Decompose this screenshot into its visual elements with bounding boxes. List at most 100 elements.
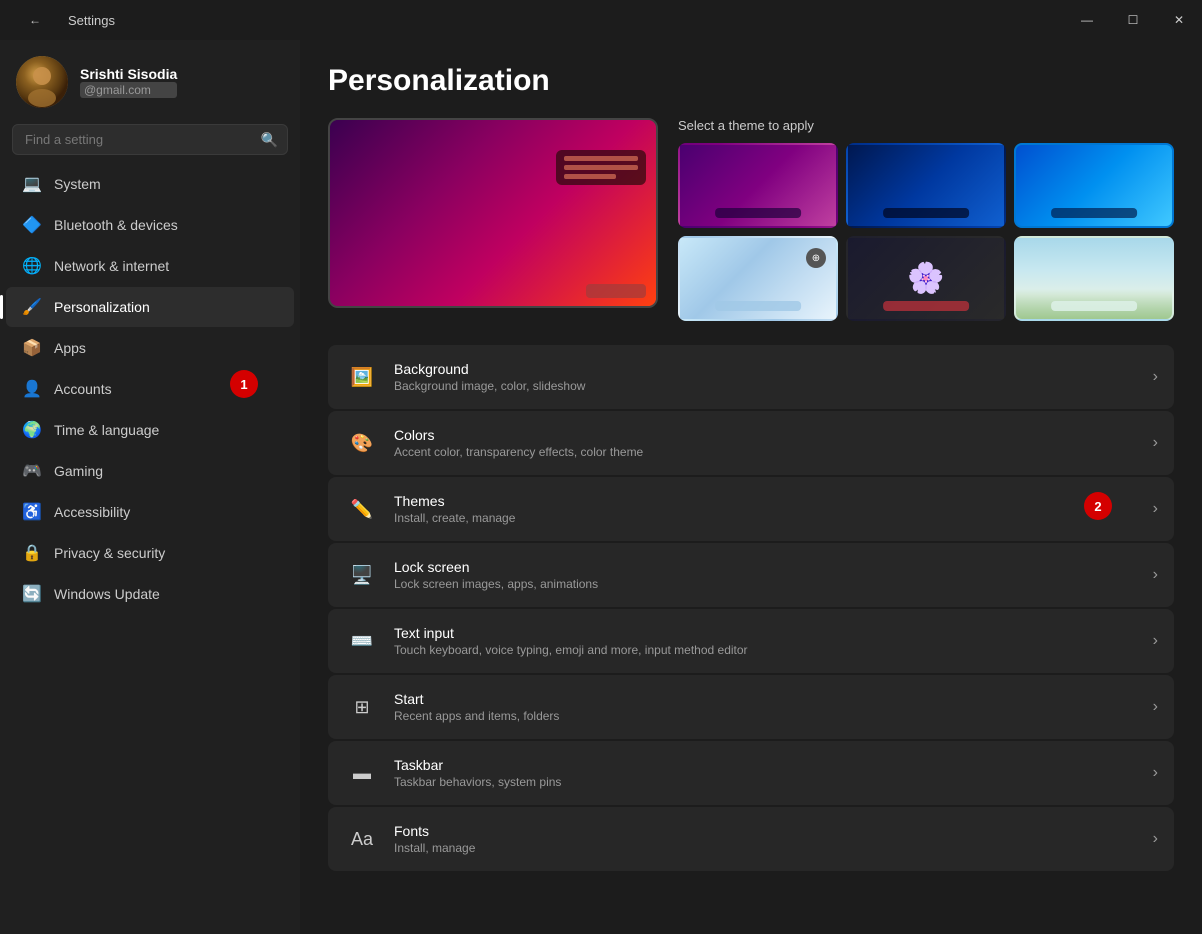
settings-icon-lock-screen: 🖥️ [344, 557, 380, 593]
settings-text-lock-screen: Lock screenLock screen images, apps, ani… [394, 559, 1153, 591]
sidebar-item-personalization[interactable]: 🖌️ Personalization [6, 287, 294, 327]
sidebar-item-system[interactable]: 💻 System [6, 164, 294, 204]
settings-row-text-input[interactable]: ⌨️ Text input Touch keyboard, voice typing… [328, 609, 1174, 673]
settings-text-start: Start Recent apps and items, folders [394, 691, 1153, 723]
settings-title-taskbar: Taskbar [394, 757, 1153, 773]
nav-icon-personalization: 🖌️ [22, 297, 42, 317]
preview-line-1 [564, 156, 638, 161]
current-theme-preview [328, 118, 658, 308]
user-info: Srishti Sisodia @gmail.com [80, 66, 177, 98]
settings-desc-themes: Install, create, manage [394, 511, 1153, 525]
back-button[interactable]: ← [12, 0, 58, 40]
settings-row-start[interactable]: ⊞ Start Recent apps and items, folders› [328, 675, 1174, 739]
settings-icon-themes: ✏️ [344, 491, 380, 527]
sidebar-item-accounts[interactable]: 👤 Accounts [6, 369, 294, 409]
preview-line-2 [564, 165, 638, 170]
close-button[interactable]: ✕ [1156, 0, 1202, 40]
sidebar-item-gaming[interactable]: 🎮 Gaming [6, 451, 294, 491]
theme-item-6[interactable] [1014, 236, 1174, 321]
settings-desc-taskbar: Taskbar behaviors, system pins [394, 775, 1153, 789]
settings-row-background[interactable]: 🖼️ Background Background image, color, sli… [328, 345, 1174, 409]
nav-label-privacy: Privacy & security [54, 545, 165, 561]
nav-icon-apps: 📦 [22, 338, 42, 358]
preview-taskbar [556, 150, 646, 185]
nav-label-network: Network & internet [54, 258, 169, 274]
sidebar-item-apps[interactable]: 📦 Apps [6, 328, 294, 368]
sidebar-item-accessibility[interactable]: ♿ Accessibility [6, 492, 294, 532]
titlebar: ← Settings — ☐ ✕ [0, 0, 1202, 40]
settings-text-fonts: FontsInstall, manage [394, 823, 1153, 855]
nav-label-apps: Apps [54, 340, 86, 356]
sidebar-item-time[interactable]: 🌍 Time & language [6, 410, 294, 450]
settings-title-start: Start [394, 691, 1153, 707]
sidebar-item-privacy[interactable]: 🔒Privacy & security [6, 533, 294, 573]
nav-icon-time: 🌍 [22, 420, 42, 440]
nav-label-accounts: Accounts [54, 381, 112, 397]
nav-label-gaming: Gaming [54, 463, 103, 479]
settings-arrow-background: › [1153, 368, 1158, 386]
settings-arrow-start: › [1153, 698, 1158, 716]
settings-title-text-input: Text input [394, 625, 1153, 641]
theme-item-4[interactable]: ⊕ [678, 236, 838, 321]
nav-list: 💻 System 🔷 Bluetooth & devices 🌐 Network & in… [0, 163, 300, 615]
settings-arrow-colors: › [1153, 434, 1158, 452]
user-section: Srishti Sisodia @gmail.com [0, 40, 300, 120]
theme-item-2[interactable] [846, 143, 1006, 228]
theme-selector-title: Select a theme to apply [678, 118, 1174, 133]
theme-grid: ⊕ 🌸 [678, 143, 1174, 321]
nav-icon-bluetooth: 🔷 [22, 215, 42, 235]
theme-selector: Select a theme to apply [678, 118, 1174, 321]
nav-icon-accounts: 👤 [22, 379, 42, 399]
settings-text-taskbar: Taskbar Taskbar behaviors, system pins [394, 757, 1153, 789]
theme-item-3[interactable] [1014, 143, 1174, 228]
maximize-button[interactable]: ☐ [1110, 0, 1156, 40]
preview-line-3 [564, 174, 616, 179]
user-name: Srishti Sisodia [80, 66, 177, 82]
settings-text-colors: ColorsAccent color, transparency effects… [394, 427, 1153, 459]
settings-arrow-lock-screen: › [1153, 566, 1158, 584]
settings-title-colors: Colors [394, 427, 1153, 443]
sidebar: Srishti Sisodia @gmail.com 🔍 💻 System 🔷 Blu… [0, 40, 300, 934]
settings-icon-background: 🖼️ [344, 359, 380, 395]
nav-icon-accessibility: ♿ [22, 502, 42, 522]
sidebar-item-bluetooth[interactable]: 🔷 Bluetooth & devices [6, 205, 294, 245]
nav-icon-gaming: 🎮 [22, 461, 42, 481]
settings-arrow-taskbar: › [1153, 764, 1158, 782]
nav-icon-system: 💻 [22, 174, 42, 194]
settings-row-themes[interactable]: ✏️ThemesInstall, create, manage› [328, 477, 1174, 541]
theme-item-5[interactable]: 🌸 [846, 236, 1006, 321]
nav-icon-network: 🌐 [22, 256, 42, 276]
settings-row-taskbar[interactable]: ▬ Taskbar Taskbar behaviors, system pins› [328, 741, 1174, 805]
theme-item-1[interactable] [678, 143, 838, 228]
settings-desc-background: Background image, color, slideshow [394, 379, 1153, 393]
settings-text-themes: Themes Install, create, manage [394, 493, 1153, 525]
theme-area: Select a theme to apply [328, 118, 1174, 321]
settings-title-themes: Themes [394, 493, 1153, 509]
settings-icon-start: ⊞ [344, 689, 380, 725]
sidebar-item-network[interactable]: 🌐 Network & internet [6, 246, 294, 286]
nav-label-time: Time & language [54, 422, 159, 438]
settings-icon-text-input: ⌨️ [344, 623, 380, 659]
nav-label-accessibility: Accessibility [54, 504, 130, 520]
settings-desc-start: Recent apps and items, folders [394, 709, 1153, 723]
settings-title-background: Background [394, 361, 1153, 377]
nav-label-personalization: Personalization [54, 299, 150, 315]
settings-title-fonts: Fonts [394, 823, 1153, 839]
settings-row-colors[interactable]: 🎨ColorsAccent color, transparency effect… [328, 411, 1174, 475]
minimize-button[interactable]: — [1064, 0, 1110, 40]
settings-arrow-fonts: › [1153, 830, 1158, 848]
nav-label-system: System [54, 176, 101, 192]
main-content: Personalization Select a theme to apply [300, 40, 1202, 934]
nav-label-update: Windows Update [54, 586, 160, 602]
settings-desc-text-input: Touch keyboard, voice typing, emoji and … [394, 643, 1153, 657]
settings-row-lock-screen[interactable]: 🖥️ Lock screenLock screen images, apps, a… [328, 543, 1174, 607]
search-box: 🔍 [12, 124, 288, 155]
titlebar-title: Settings [68, 13, 115, 28]
sidebar-item-update[interactable]: 🔄Windows Update [6, 574, 294, 614]
nav-label-bluetooth: Bluetooth & devices [54, 217, 178, 233]
settings-arrow-text-input: › [1153, 632, 1158, 650]
settings-icon-taskbar: ▬ [344, 755, 380, 791]
settings-row-fonts[interactable]: AaFontsInstall, manage› [328, 807, 1174, 871]
search-input[interactable] [12, 124, 288, 155]
settings-desc-lock-screen: Lock screen images, apps, animations [394, 577, 1153, 591]
